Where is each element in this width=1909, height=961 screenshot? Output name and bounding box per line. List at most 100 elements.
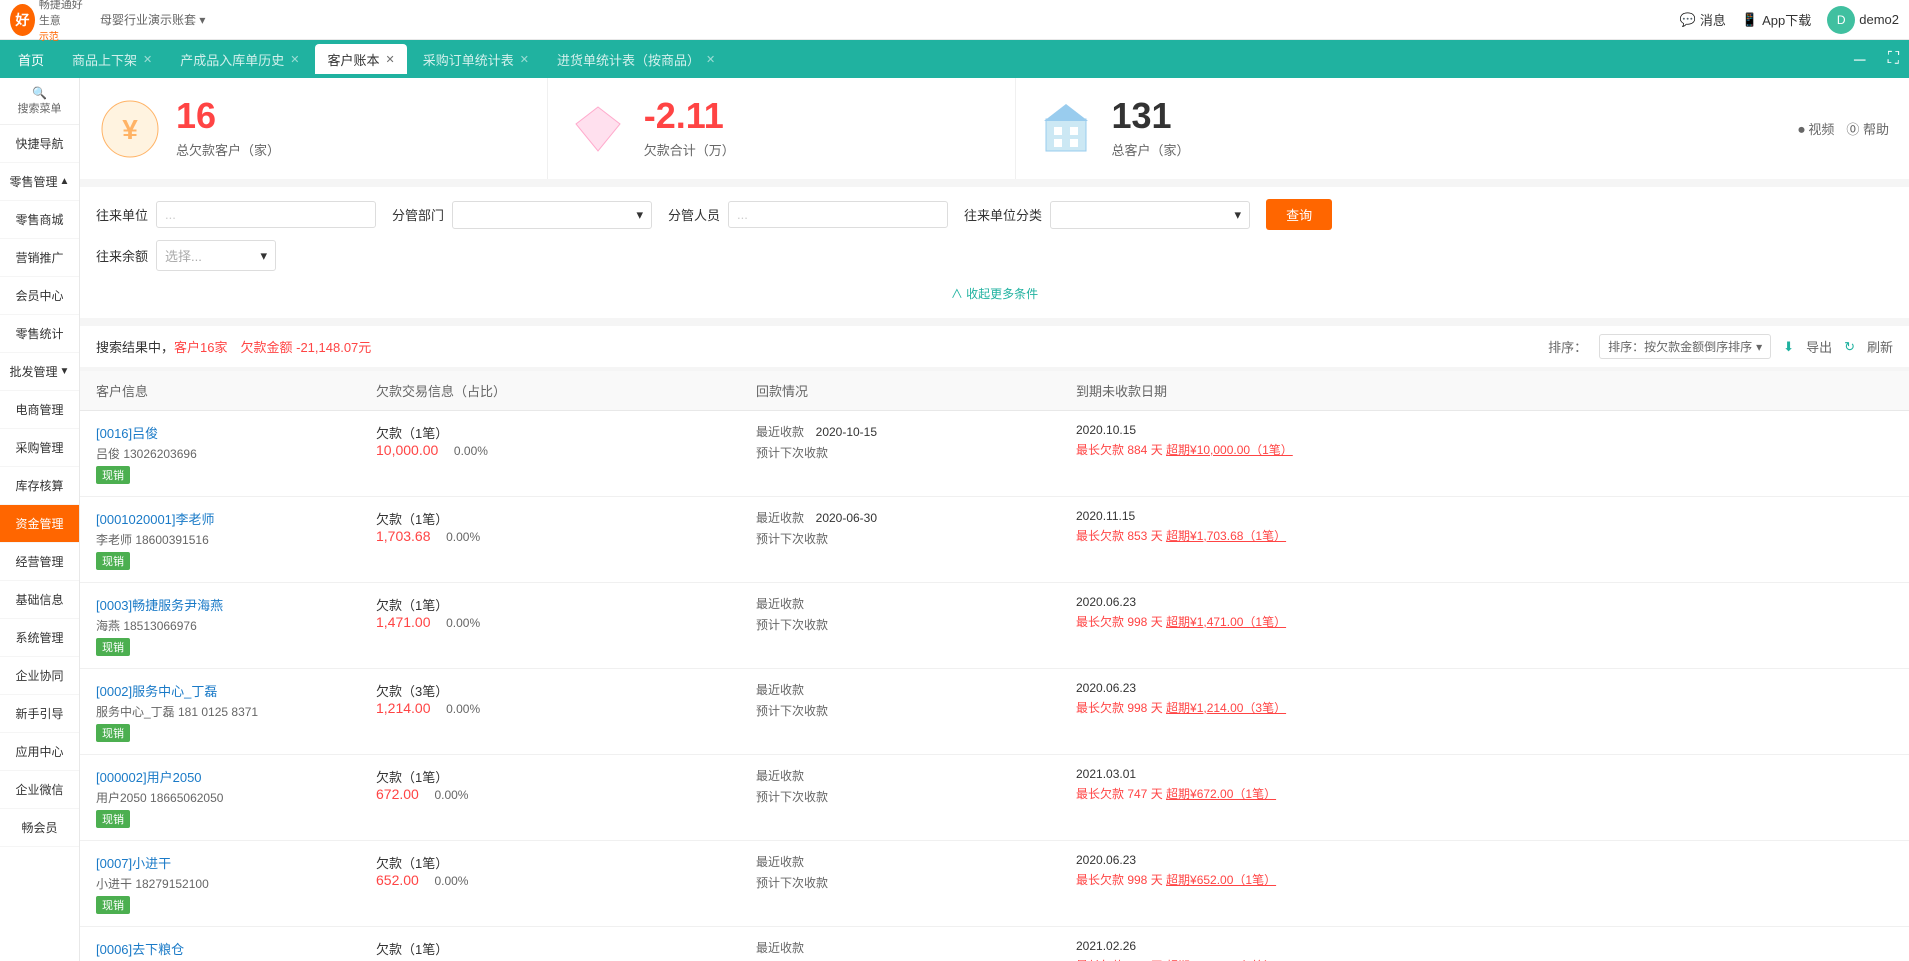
tab-close-purchase-order-stats[interactable]: ✕: [520, 53, 529, 66]
customer-name-1[interactable]: [0001020001]李老师: [96, 509, 376, 528]
dept-select[interactable]: ▾: [452, 201, 652, 229]
sidebar-item-quick-nav[interactable]: 快捷导航: [0, 125, 79, 163]
debt-info-0: 欠款（1笔） 10,000.00 0.00%: [376, 423, 756, 458]
recovery-date-1: 2020-06-30: [816, 511, 877, 525]
sidebar-item-app-center[interactable]: 应用中心: [0, 733, 79, 771]
tab-home[interactable]: 首页: [6, 44, 56, 74]
sidebar-search[interactable]: 🔍 搜索菜单: [0, 78, 79, 125]
search-button[interactable]: 查询: [1266, 199, 1332, 230]
sidebar-item-retail-mall[interactable]: 零售商城: [0, 201, 79, 239]
customer-name-5[interactable]: [0007]小进干: [96, 853, 376, 872]
filter-from-unit: 往来单位 ...: [96, 201, 376, 228]
debt-amount-1[interactable]: 1,703.68: [376, 528, 431, 544]
sidebar-item-retail-stats[interactable]: 零售统计: [0, 315, 79, 353]
customer-name-2[interactable]: [0003]畅捷服务尹海燕: [96, 595, 376, 614]
table-header: 客户信息 欠款交易信息（占比） 回款情况 到期未收款日期: [80, 371, 1909, 411]
tab-close-product-listing[interactable]: ✕: [143, 53, 152, 66]
customer-name-3[interactable]: [0002]服务中心_丁磊: [96, 681, 376, 700]
video-btn[interactable]: ⏺ 视频: [1798, 119, 1834, 138]
tab-production-history[interactable]: 产成品入库单历史 ✕: [168, 44, 311, 74]
stat-block-total-customers: 131 总客户（家） ⏺ 视频 ⓪ 帮助: [1016, 78, 1909, 179]
overdue-link-0[interactable]: 超期¥10,000.00（1笔）: [1166, 443, 1293, 457]
tab-maximize-btn[interactable]: ⛶: [1882, 48, 1905, 70]
tab-product-listing[interactable]: 商品上下架 ✕: [60, 44, 164, 74]
tab-customer-account[interactable]: 客户账本 ✕: [315, 44, 406, 74]
tab-close-production-history[interactable]: ✕: [290, 53, 299, 66]
sidebar: 🔍 搜索菜单 快捷导航 零售管理 ▲ 零售商城 营销推广 会员中心 零售统计 批…: [0, 78, 80, 961]
overdue-link-3[interactable]: 超期¥1,214.00（3笔）: [1166, 701, 1286, 715]
collapse-btn[interactable]: ∧ 收起更多条件: [96, 281, 1893, 306]
sidebar-item-fund-mgmt[interactable]: 资金管理: [0, 505, 79, 543]
due-info-6: 2021.02.26 最长欠款 750 天 超期¥455.90（1笔）: [1076, 939, 1893, 961]
main-layout: 🔍 搜索菜单 快捷导航 零售管理 ▲ 零售商城 营销推广 会员中心 零售统计 批…: [0, 78, 1909, 961]
app-download-btn[interactable]: 📱 App下载: [1742, 10, 1811, 29]
sidebar-item-enterprise-collab[interactable]: 企业协同: [0, 657, 79, 695]
help-btn[interactable]: ⓪ 帮助: [1846, 119, 1889, 138]
filter-dept: 分管部门 ▾: [392, 201, 652, 229]
filter-unit-category: 往来单位分类 ▾: [964, 201, 1250, 229]
debt-amount-2[interactable]: 1,471.00: [376, 614, 431, 630]
sidebar-item-member-center[interactable]: 会员中心: [0, 277, 79, 315]
debt-info-6: 欠款（1笔） 455.90 0.00%: [376, 939, 756, 961]
debt-amount-5[interactable]: 652.00: [376, 872, 419, 888]
sidebar-item-purchase-mgmt[interactable]: 采购管理: [0, 429, 79, 467]
debt-count-3: 欠款（3笔）: [376, 681, 756, 700]
balance-select[interactable]: 选择... ▾: [156, 240, 276, 271]
sidebar-item-operation-mgmt[interactable]: 经营管理: [0, 543, 79, 581]
customer-tag-3: 现销: [96, 724, 130, 742]
due-overdue-5: 最长欠款 998 天 超期¥652.00（1笔）: [1076, 871, 1893, 888]
tab-purchase-order-stats[interactable]: 采购订单统计表 ✕: [411, 44, 541, 74]
company-selector[interactable]: 母婴行业演示账套 ▾: [90, 11, 1680, 28]
due-info-4: 2021.03.01 最长欠款 747 天 超期¥672.00（1笔）: [1076, 767, 1893, 802]
debt-info-3: 欠款（3笔） 1,214.00 0.00%: [376, 681, 756, 716]
sidebar-item-wholesale-mgmt[interactable]: 批发管理 ▼: [0, 353, 79, 391]
sidebar-item-basic-info[interactable]: 基础信息: [0, 581, 79, 619]
debt-amount-3[interactable]: 1,214.00: [376, 700, 431, 716]
due-date-0: 2020.10.15: [1076, 423, 1893, 437]
sidebar-item-vip-member[interactable]: 畅会员: [0, 809, 79, 847]
customer-info-6: [0006]去下粮仓 陈小帅 现销: [96, 939, 376, 961]
tab-close-customer-account[interactable]: ✕: [386, 53, 395, 66]
sidebar-item-newbie-guide[interactable]: 新手引导: [0, 695, 79, 733]
sidebar-item-inventory-check[interactable]: 库存核算: [0, 467, 79, 505]
due-info-1: 2020.11.15 最长欠款 853 天 超期¥1,703.68（1笔）: [1076, 509, 1893, 544]
customer-name-0[interactable]: [0016]吕俊: [96, 423, 376, 442]
recovery-info-3: 最近收款 预计下次收款: [756, 681, 1076, 719]
tab-purchase-stats-product[interactable]: 进货单统计表（按商品） ✕: [545, 44, 727, 74]
overdue-link-1[interactable]: 超期¥1,703.68（1笔）: [1166, 529, 1286, 543]
filter-row-2: 往来余额 选择... ▾: [96, 240, 1893, 271]
person-input[interactable]: ...: [728, 201, 948, 228]
chevron-down-icon-balance: ▾: [260, 248, 267, 264]
overdue-link-2[interactable]: 超期¥1,471.00（1笔）: [1166, 615, 1286, 629]
tab-close-purchase-stats-product[interactable]: ✕: [706, 53, 715, 66]
user-menu[interactable]: D demo2: [1827, 6, 1899, 34]
stat-number-debt-customers: 16: [176, 98, 280, 134]
sidebar-item-retail-mgmt[interactable]: 零售管理 ▲: [0, 163, 79, 201]
customer-info-4: [000002]用户2050 用户2050 18665062050 现销: [96, 767, 376, 828]
sidebar-item-enterprise-wechat[interactable]: 企业微信: [0, 771, 79, 809]
tab-minimize-btn[interactable]: －: [1846, 45, 1874, 73]
overdue-link-4[interactable]: 超期¥672.00（1笔）: [1166, 787, 1276, 801]
debt-amount-4[interactable]: 672.00: [376, 786, 419, 802]
sidebar-item-system-mgmt[interactable]: 系统管理: [0, 619, 79, 657]
unit-category-select[interactable]: ▾: [1050, 201, 1250, 229]
export-btn[interactable]: 导出: [1806, 337, 1832, 356]
sort-select[interactable]: 排序：按欠款金额倒序排序 ▾: [1599, 334, 1771, 359]
stat-content-total-customers: 131 总客户（家）: [1112, 98, 1190, 159]
stat-block-debt-customers: ¥ 16 总欠款客户（家）: [80, 78, 548, 179]
due-overdue-6: 最长欠款 750 天 超期¥455.90（1笔）: [1076, 957, 1893, 961]
customer-name-6[interactable]: [0006]去下粮仓: [96, 939, 376, 958]
overdue-link-5[interactable]: 超期¥652.00（1笔）: [1166, 873, 1276, 887]
sidebar-item-marketing[interactable]: 营销推广: [0, 239, 79, 277]
refresh-btn[interactable]: 刷新: [1867, 337, 1893, 356]
message-btn[interactable]: 💬 消息: [1680, 10, 1726, 29]
recovery-next-2: 预计下次收款: [756, 616, 1076, 633]
customer-info-1: [0001020001]李老师 李老师 18600391516 现销: [96, 509, 376, 570]
recovery-next-5: 预计下次收款: [756, 874, 1076, 891]
from-unit-input[interactable]: ...: [156, 201, 376, 228]
stat-label-debt-amount: 欠款合计（万）: [644, 140, 735, 159]
debt-amount-0[interactable]: 10,000.00: [376, 442, 438, 458]
sidebar-item-ecommerce-mgmt[interactable]: 电商管理: [0, 391, 79, 429]
recovery-label-1: 最近收款: [756, 511, 804, 525]
customer-name-4[interactable]: [000002]用户2050: [96, 767, 376, 786]
